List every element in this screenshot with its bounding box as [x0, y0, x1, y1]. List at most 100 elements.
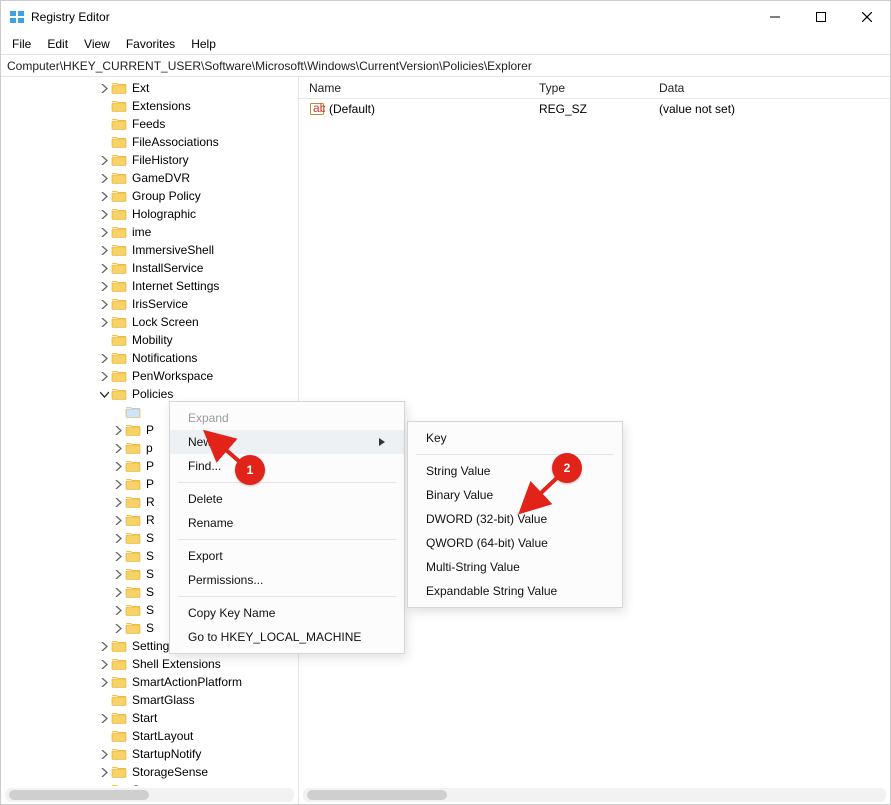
menu-item-qword-64-bit-value[interactable]: QWORD (64-bit) Value: [408, 531, 622, 555]
menu-item-multi-string-value[interactable]: Multi-String Value: [408, 555, 622, 579]
chevron-right-icon[interactable]: [97, 207, 111, 221]
chevron-right-icon[interactable]: [97, 243, 111, 257]
tree-item-store[interactable]: Store: [1, 781, 298, 786]
address-bar[interactable]: Computer\HKEY_CURRENT_USER\Software\Micr…: [1, 55, 890, 77]
chevron-right-icon[interactable]: [97, 747, 111, 761]
menu-item-dword-32-bit-value[interactable]: DWORD (32-bit) Value: [408, 507, 622, 531]
folder-icon: [111, 225, 127, 239]
maximize-button[interactable]: [798, 1, 844, 33]
chevron-right-icon[interactable]: [97, 297, 111, 311]
tree-hscroll-thumb[interactable]: [9, 790, 149, 800]
chevron-right-icon[interactable]: [111, 477, 125, 491]
menu-item-binary-value[interactable]: Binary Value: [408, 483, 622, 507]
tree-item-shell-extensions[interactable]: Shell Extensions: [1, 655, 298, 673]
chevron-right-icon[interactable]: [97, 261, 111, 275]
chevron-right-icon[interactable]: [97, 369, 111, 383]
col-data[interactable]: Data: [659, 79, 890, 97]
chevron-right-icon[interactable]: [111, 621, 125, 635]
minimize-button[interactable]: [752, 1, 798, 33]
tree-item-mobility[interactable]: Mobility: [1, 331, 298, 349]
chevron-right-icon[interactable]: [97, 657, 111, 671]
chevron-right-icon[interactable]: [111, 423, 125, 437]
tree-label: S: [144, 549, 156, 563]
tree-label: Store: [130, 783, 163, 786]
menu-view[interactable]: View: [77, 35, 117, 53]
tree-item-feeds[interactable]: Feeds: [1, 115, 298, 133]
svg-text:ab: ab: [313, 101, 325, 115]
chevron-right-icon[interactable]: [97, 171, 111, 185]
chevron-right-icon[interactable]: [97, 315, 111, 329]
menu-item-key[interactable]: Key: [408, 426, 622, 450]
chevron-right-icon[interactable]: [97, 783, 111, 786]
chevron-right-icon[interactable]: [111, 459, 125, 473]
chevron-right-icon[interactable]: [97, 711, 111, 725]
chevron-right-icon[interactable]: [111, 585, 125, 599]
chevron-right-icon[interactable]: [97, 279, 111, 293]
chevron-right-icon[interactable]: [97, 675, 111, 689]
chevron-right-icon[interactable]: [111, 603, 125, 617]
tree-item-filehistory[interactable]: FileHistory: [1, 151, 298, 169]
tree-item-storagesense[interactable]: StorageSense: [1, 763, 298, 781]
chevron-right-icon[interactable]: [97, 639, 111, 653]
menu-item-expandable-string-value[interactable]: Expandable String Value: [408, 579, 622, 603]
spacer: [97, 693, 111, 707]
tree-item-lock-screen[interactable]: Lock Screen: [1, 313, 298, 331]
col-type[interactable]: Type: [539, 79, 659, 97]
menu-favorites[interactable]: Favorites: [119, 35, 182, 53]
tree-item-extensions[interactable]: Extensions: [1, 97, 298, 115]
tree-item-notifications[interactable]: Notifications: [1, 349, 298, 367]
tree-item-holographic[interactable]: Holographic: [1, 205, 298, 223]
chevron-right-icon[interactable]: [111, 549, 125, 563]
tree-item-startupnotify[interactable]: StartupNotify: [1, 745, 298, 763]
chevron-right-icon[interactable]: [111, 495, 125, 509]
close-button[interactable]: [844, 1, 890, 33]
chevron-right-icon[interactable]: [97, 225, 111, 239]
chevron-right-icon[interactable]: [97, 351, 111, 365]
tree-item-penworkspace[interactable]: PenWorkspace: [1, 367, 298, 385]
tree-item-irisservice[interactable]: IrisService: [1, 295, 298, 313]
tree-item-fileassociations[interactable]: FileAssociations: [1, 133, 298, 151]
value-row[interactable]: ab (Default) REG_SZ (value not set): [309, 99, 890, 119]
tree-item-ime[interactable]: ime: [1, 223, 298, 241]
tree-item-installservice[interactable]: InstallService: [1, 259, 298, 277]
chevron-right-icon[interactable]: [111, 513, 125, 527]
values-hscroll[interactable]: [303, 788, 886, 802]
menu-item-new[interactable]: New: [170, 430, 404, 454]
chevron-down-icon[interactable]: [97, 387, 111, 401]
col-name[interactable]: Name: [309, 79, 539, 97]
chevron-right-icon[interactable]: [111, 531, 125, 545]
menu-item-find-[interactable]: Find...: [170, 454, 404, 478]
menu-item-go-to-hkey-local-machine[interactable]: Go to HKEY_LOCAL_MACHINE: [170, 625, 404, 649]
folder-icon: [111, 189, 127, 203]
chevron-right-icon[interactable]: [97, 81, 111, 95]
tree-item-smartglass[interactable]: SmartGlass: [1, 691, 298, 709]
menu-item-rename[interactable]: Rename: [170, 511, 404, 535]
menu-file[interactable]: File: [5, 35, 38, 53]
tree-item-startlayout[interactable]: StartLayout: [1, 727, 298, 745]
tree-item-group-policy[interactable]: Group Policy: [1, 187, 298, 205]
menu-item-string-value[interactable]: String Value: [408, 459, 622, 483]
tree-item-ext[interactable]: Ext: [1, 79, 298, 97]
menu-item-permissions-[interactable]: Permissions...: [170, 568, 404, 592]
values-hscroll-thumb[interactable]: [307, 790, 447, 800]
chevron-right-icon[interactable]: [97, 153, 111, 167]
menu-help[interactable]: Help: [184, 35, 223, 53]
menu-edit[interactable]: Edit: [40, 35, 75, 53]
tree-item-gamedvr[interactable]: GameDVR: [1, 169, 298, 187]
submenu-new[interactable]: Key String ValueBinary ValueDWORD (32-bit…: [407, 421, 623, 608]
chevron-right-icon[interactable]: [111, 441, 125, 455]
tree-label: R: [144, 513, 157, 527]
folder-icon: [111, 693, 127, 707]
menu-item-export[interactable]: Export: [170, 544, 404, 568]
tree-item-smartactionplatform[interactable]: SmartActionPlatform: [1, 673, 298, 691]
tree-item-start[interactable]: Start: [1, 709, 298, 727]
chevron-right-icon[interactable]: [97, 189, 111, 203]
menu-item-delete[interactable]: Delete: [170, 487, 404, 511]
tree-item-immersiveshell[interactable]: ImmersiveShell: [1, 241, 298, 259]
chevron-right-icon[interactable]: [111, 567, 125, 581]
tree-item-internet-settings[interactable]: Internet Settings: [1, 277, 298, 295]
chevron-right-icon[interactable]: [97, 765, 111, 779]
menu-item-copy-key-name[interactable]: Copy Key Name: [170, 601, 404, 625]
tree-hscroll[interactable]: [5, 788, 294, 802]
context-menu[interactable]: ExpandNewFind...DeleteRenameExportPermis…: [169, 401, 405, 654]
